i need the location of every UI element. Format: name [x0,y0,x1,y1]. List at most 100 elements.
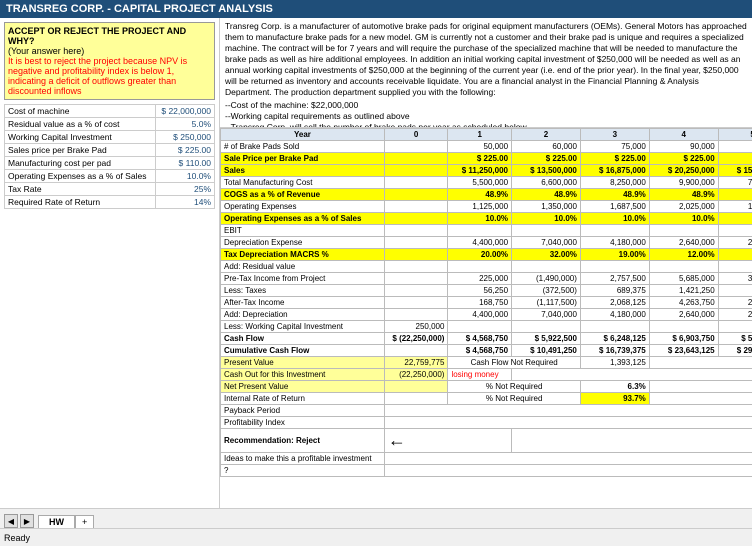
tab-bar: ◀ ▶ HW + [0,508,752,528]
cell-r14-c0 [384,309,448,321]
recommendation-label: Recommendation: Reject [221,429,385,453]
ideas-label: Ideas to make this a profitable investme… [221,453,385,465]
cell-r3-c0 [384,177,448,189]
cell-r6-c2: 10.0% [512,213,581,225]
cell-r11-c5: 3,835,000 [718,273,752,285]
tab-add[interactable]: + [75,515,94,528]
cell-r2-c5: $ 15,750,000 [718,165,752,177]
table-row: Add: Depreciation4,400,0007,040,0004,180… [221,309,752,321]
pv-label: Present Value [221,357,385,369]
pv-row: Present Value 22,759,775 Cash Flow Not R… [221,357,752,369]
year-4: 4 [649,129,718,141]
cell-r2-c0 [384,165,448,177]
cell-r12-c4: 1,421,250 [649,285,718,297]
cell-r3-c2: 6,600,000 [512,177,581,189]
table-row: Cumulative Cash Flow$ 4,568,750$ 10,491,… [221,345,752,357]
year-3: 3 [580,129,649,141]
row-label-10: Add: Residual value [221,261,385,273]
right-arrow[interactable]: ▶ [20,514,34,528]
cell-r10-c2 [512,261,581,273]
cell-r9-c5: 12.00% [718,249,752,261]
input-label-1: Residual value as a % of cost [5,118,156,131]
cell-r12-c2: (372,500) [512,285,581,297]
npv-label: Net Present Value [221,381,385,393]
row-label-3: Total Manufacturing Cost [221,177,385,189]
tab-hw[interactable]: HW [38,515,75,528]
input-value-4: $ 110.00 [156,157,215,170]
table-row: Operating Expenses1,125,0001,350,0001,68… [221,201,752,213]
cell-r7-c1 [448,225,512,237]
cell-r2-c1: $ 11,250,000 [448,165,512,177]
table-row: Less: Taxes56,250(372,500)689,3751,421,2… [221,285,752,297]
cell-r8-c1: 4,400,000 [448,237,512,249]
cell-r1-c1: $ 225.00 [448,153,512,165]
cell-r6-c5: 10.0% [718,213,752,225]
question-mark: ? [221,465,385,477]
cell-r15-c5 [718,321,752,333]
cell-r4-c5: 48.9% [718,189,752,201]
cell-r11-c3: 2,757,500 [580,273,649,285]
cell-r1-c3: $ 225.00 [580,153,649,165]
row-label-2: Sales [221,165,385,177]
year-header-label: Year [221,129,385,141]
row-label-9: Tax Depreciation MACRS % [221,249,385,261]
cell-r5-c2: 1,350,000 [512,201,581,213]
cash-out-row: Cash Out for this Investment (22,250,000… [221,369,752,381]
cell-r10-c4 [649,261,718,273]
cell-r14-c2: 7,040,000 [512,309,581,321]
row-label-11: Pre-Tax Income from Project [221,273,385,285]
cell-r13-c4: 4,263,750 [649,297,718,309]
npv-empty [384,381,448,393]
cell-r13-c5: 2,876,250 [718,297,752,309]
bullets-container: --Cost of the machine: $22,000,000--Work… [225,100,747,128]
input-value-6: 25% [156,183,215,196]
cell-r17-c5: $ 29,159,375 [718,345,752,357]
payback-row: Payback Period [221,405,752,417]
year-2: 2 [512,129,581,141]
irr-value: 6.3% [580,381,649,393]
table-row: Depreciation Expense4,400,0007,040,0004,… [221,237,752,249]
cell-r5-c5: 1,575,000 [718,201,752,213]
status-bar: Ready [0,528,752,546]
cell-r17-c4: $ 23,643,125 [649,345,718,357]
year-0: 0 [384,129,448,141]
cell-r17-c1: $ 4,568,750 [448,345,512,357]
cash-out-label: Cash Out for this Investment [221,369,385,381]
row-label-15: Less: Working Capital Investment [221,321,385,333]
cell-r8-c3: 4,180,000 [580,237,649,249]
cell-r16-c2: $ 5,922,500 [512,333,581,345]
cell-r17-c3: $ 16,739,375 [580,345,649,357]
input-label-3: Sales price per Brake Pad [5,144,156,157]
accept-reject-box: ACCEPT OR REJECT THE PROJECT AND WHY? (Y… [4,22,215,100]
accept-reject-title: ACCEPT OR REJECT THE PROJECT AND WHY? [8,26,211,46]
nav-arrows: ◀ ▶ [4,514,34,528]
row-label-4: COGS as a % of Revenue [221,189,385,201]
input-value-5: 10.0% [156,170,215,183]
cell-r5-c4: 2,025,000 [649,201,718,213]
cell-r7-c2 [512,225,581,237]
left-arrow[interactable]: ◀ [4,514,18,528]
cell-r11-c4: 5,685,000 [649,273,718,285]
table-row: Cash Flow$ (22,250,000)$ 4,568,750$ 5,92… [221,333,752,345]
irr-row: Internal Rate of Return % Not Required 9… [221,393,752,405]
table-row: Operating Expenses as a % of Sales10.0%1… [221,213,752,225]
cell-r6-c3: 10.0% [580,213,649,225]
table-row: Pre-Tax Income from Project225,000(1,490… [221,273,752,285]
cell-r7-c5 [718,225,752,237]
cell-r16-c5: $ 5,516,250 [718,333,752,345]
table-row: After-Tax Income168,750(1,117,500)2,068,… [221,297,752,309]
table-row: # of Brake Pads Sold50,00060,00075,00090… [221,141,752,153]
cell-r16-c3: $ 6,248,125 [580,333,649,345]
cell-r0-c4: 90,000 [649,141,718,153]
title-bar: TRANSREG CORP. - CAPITAL PROJECT ANALYSI… [0,0,752,18]
payback-label: Payback Period [221,405,385,417]
cell-r2-c2: $ 13,500,000 [512,165,581,177]
cell-r5-c1: 1,125,000 [448,201,512,213]
table-row: Sale Price per Brake Pad$ 225.00$ 225.00… [221,153,752,165]
cell-r0-c5: 70,000 [718,141,752,153]
cell-r1-c0 [384,153,448,165]
input-label-6: Tax Rate [5,183,156,196]
row-label-16: Cash Flow [221,333,385,345]
cell-r13-c0 [384,297,448,309]
inputs-table: Cost of machine$ 22,000,000Residual valu… [4,104,215,209]
